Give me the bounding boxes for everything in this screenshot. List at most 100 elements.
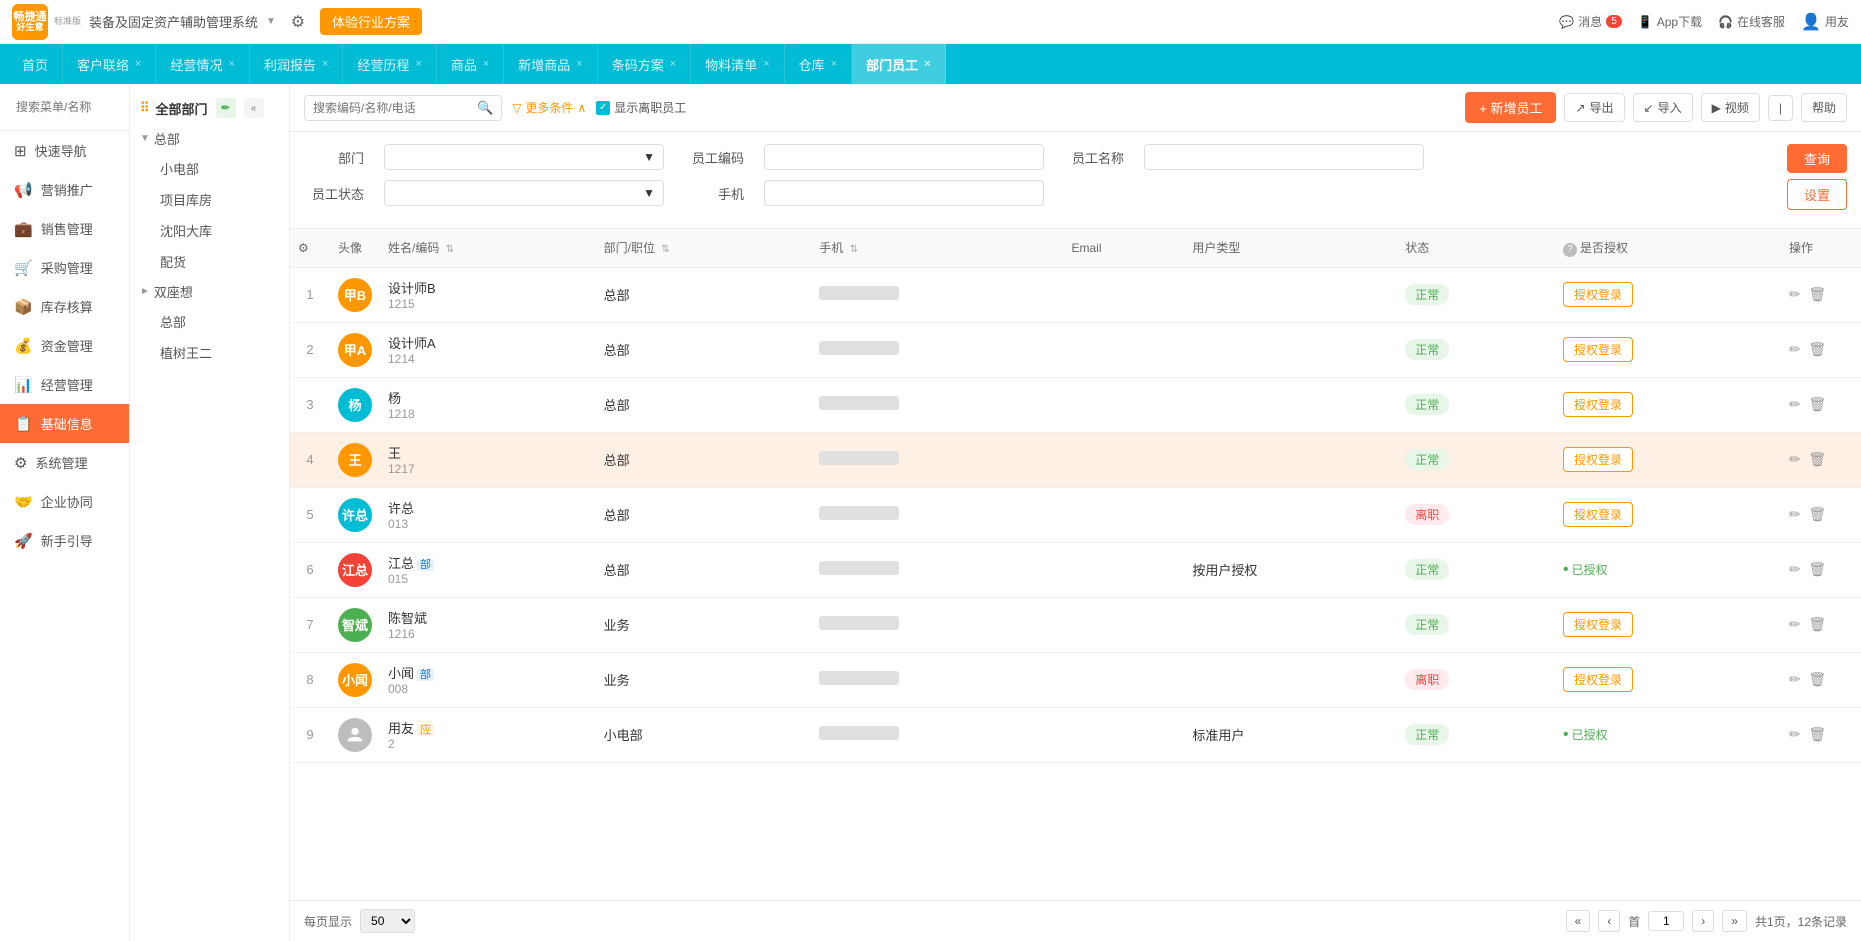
edit-btn[interactable]: ✏ — [1789, 286, 1801, 302]
delete-btn[interactable]: 🗑 — [1808, 506, 1826, 522]
sort-icon-name[interactable]: ⇅ — [446, 244, 454, 255]
message-btn[interactable]: 💬 消息 5 — [1559, 13, 1622, 30]
nav-tab-仓库[interactable]: 仓库× — [785, 44, 852, 84]
auth-login-btn[interactable]: 授权登录 — [1563, 667, 1633, 692]
add-employee-btn[interactable]: + 新增员工 — [1465, 92, 1556, 123]
delete-btn[interactable]: 🗑 — [1808, 561, 1826, 577]
edit-btn[interactable]: ✏ — [1789, 396, 1801, 412]
nav-tab-部门员工[interactable]: 部门员工× — [852, 44, 945, 84]
edit-btn[interactable]: ✏ — [1789, 451, 1801, 467]
show-resigned-toggle[interactable]: ✓ 显示离职员工 — [596, 99, 686, 116]
help-btn[interactable]: | — [1768, 95, 1793, 121]
left-nav-item-cooperation[interactable]: 🤝企业协同 — [0, 482, 129, 521]
nav-tab-首页[interactable]: 首页 — [8, 44, 63, 84]
status-filter-select[interactable]: ▼ — [384, 180, 664, 206]
settings-icon-top[interactable]: ⚙ — [284, 8, 312, 36]
edit-btn[interactable]: ✏ — [1789, 616, 1801, 632]
sort-icon-dept[interactable]: ⇅ — [661, 244, 669, 255]
emp-code-input[interactable] — [764, 144, 1044, 170]
dept-item-shuangzuoxiang[interactable]: ► 双座想 — [130, 277, 289, 306]
auth-login-btn[interactable]: 授权登录 — [1563, 337, 1633, 362]
edit-btn[interactable]: ✏ — [1789, 341, 1801, 357]
system-dropdown-arrow[interactable]: ▼ — [266, 16, 276, 27]
app-download-btn[interactable]: 📱 App下载 — [1638, 13, 1702, 30]
close-tab-icon[interactable]: × — [831, 58, 837, 70]
left-nav-item-inventory[interactable]: 📦库存核算 — [0, 287, 129, 326]
edit-btn[interactable]: ✏ — [1789, 726, 1801, 742]
auth-login-btn[interactable]: 授权登录 — [1563, 502, 1633, 527]
phone-input[interactable] — [764, 180, 1044, 206]
delete-btn[interactable]: 🗑 — [1808, 286, 1826, 302]
nav-tab-客户联络[interactable]: 客户联络× — [63, 44, 156, 84]
set-btn[interactable]: 设置 — [1787, 179, 1847, 210]
online-service-btn[interactable]: 🎧 在线客服 — [1718, 13, 1785, 30]
delete-btn[interactable]: 🗑 — [1808, 341, 1826, 357]
export-btn[interactable]: ↗ 导出 — [1564, 93, 1624, 122]
delete-btn[interactable]: 🗑 — [1808, 671, 1826, 687]
nav-tab-商品[interactable]: 商品× — [437, 44, 504, 84]
more-filter-btn[interactable]: ▽ 更多条件 ∧ — [512, 99, 586, 116]
left-nav-item-basic-info[interactable]: 📋基础信息 — [0, 404, 129, 443]
close-tab-icon[interactable]: × — [763, 58, 769, 70]
page-number-input[interactable] — [1648, 911, 1684, 931]
auth-login-btn[interactable]: 授权登录 — [1563, 612, 1633, 637]
delete-btn[interactable]: 🗑 — [1808, 726, 1826, 742]
edit-btn[interactable]: ✏ — [1789, 671, 1801, 687]
nav-tab-条码方案[interactable]: 条码方案× — [598, 44, 691, 84]
auth-login-btn[interactable]: 授权登录 — [1563, 447, 1633, 472]
left-nav-item-sales[interactable]: 💼销售管理 — [0, 209, 129, 248]
show-resigned-checkbox[interactable]: ✓ — [596, 101, 610, 115]
left-nav-item-marketing[interactable]: 📢营销推广 — [0, 170, 129, 209]
dept-filter-select[interactable]: ▼ — [384, 144, 664, 170]
last-page-btn[interactable]: » — [1722, 910, 1747, 932]
dept-tree-collapse-btn[interactable]: « — [244, 98, 264, 118]
dept-item-zongbu2[interactable]: 总部 — [130, 306, 289, 337]
query-btn[interactable]: 查询 — [1787, 144, 1847, 173]
dept-item-zhishuwanger[interactable]: 植树王二 — [130, 337, 289, 368]
auth-login-btn[interactable]: 授权登录 — [1563, 392, 1633, 417]
user-btn[interactable]: 👤 用友 — [1801, 12, 1849, 32]
nav-tab-经营情况[interactable]: 经营情况× — [156, 44, 249, 84]
close-tab-icon[interactable]: × — [924, 58, 930, 70]
per-page-select[interactable]: 50 20 100 — [360, 909, 415, 933]
nav-tab-利润报告[interactable]: 利润报告× — [250, 44, 343, 84]
auth-login-btn[interactable]: 授权登录 — [1563, 282, 1633, 307]
dept-item-xiaodianbu[interactable]: 小电部 — [130, 153, 289, 184]
prev-page-btn[interactable]: ‹ — [1598, 910, 1620, 932]
left-nav-item-system[interactable]: ⚙系统管理 — [0, 443, 129, 482]
view-btn[interactable]: ▶ 视频 — [1701, 93, 1760, 122]
close-tab-icon[interactable]: × — [415, 58, 421, 70]
nav-tab-物料清单[interactable]: 物料清单× — [691, 44, 784, 84]
nav-tab-新增商品[interactable]: 新增商品× — [504, 44, 597, 84]
search-input[interactable] — [313, 101, 473, 115]
edit-btn[interactable]: ✏ — [1789, 506, 1801, 522]
try-btn[interactable]: 体验行业方案 — [320, 8, 422, 35]
left-nav-item-quick-nav[interactable]: ⊞快速导航 — [0, 131, 129, 170]
delete-btn[interactable]: 🗑 — [1808, 616, 1826, 632]
left-nav-item-operations[interactable]: 📊经营管理 — [0, 365, 129, 404]
dept-section-zongbu[interactable]: ▼ 总部 — [130, 124, 289, 153]
dept-item-xiangmuküfang[interactable]: 项目库房 — [130, 184, 289, 215]
close-tab-icon[interactable]: × — [322, 58, 328, 70]
left-nav-item-finance[interactable]: 💰资金管理 — [0, 326, 129, 365]
sort-icon-phone[interactable]: ⇅ — [850, 244, 858, 255]
delete-btn[interactable]: 🗑 — [1808, 396, 1826, 412]
import-btn[interactable]: ↙ 导入 — [1633, 93, 1693, 122]
delete-btn[interactable]: 🗑 — [1808, 451, 1826, 467]
close-tab-icon[interactable]: × — [483, 58, 489, 70]
close-tab-icon[interactable]: × — [576, 58, 582, 70]
left-nav-item-guide[interactable]: 🚀新手引导 — [0, 521, 129, 560]
first-page-btn[interactable]: « — [1566, 910, 1591, 932]
extra-btn[interactable]: 帮助 — [1801, 93, 1847, 122]
emp-name-input[interactable] — [1144, 144, 1424, 170]
left-nav-item-purchase[interactable]: 🛒采购管理 — [0, 248, 129, 287]
close-tab-icon[interactable]: × — [670, 58, 676, 70]
next-page-btn[interactable]: › — [1692, 910, 1714, 932]
edit-btn[interactable]: ✏ — [1789, 561, 1801, 577]
dept-item-shenyangdaku[interactable]: 沈阳大库 — [130, 215, 289, 246]
close-tab-icon[interactable]: × — [228, 58, 234, 70]
dept-item-peihuo[interactable]: 配货 — [130, 246, 289, 277]
nav-tab-经营历程[interactable]: 经营历程× — [343, 44, 436, 84]
close-tab-icon[interactable]: × — [135, 58, 141, 70]
dept-tree-edit-btn[interactable]: ✏ — [216, 98, 236, 118]
